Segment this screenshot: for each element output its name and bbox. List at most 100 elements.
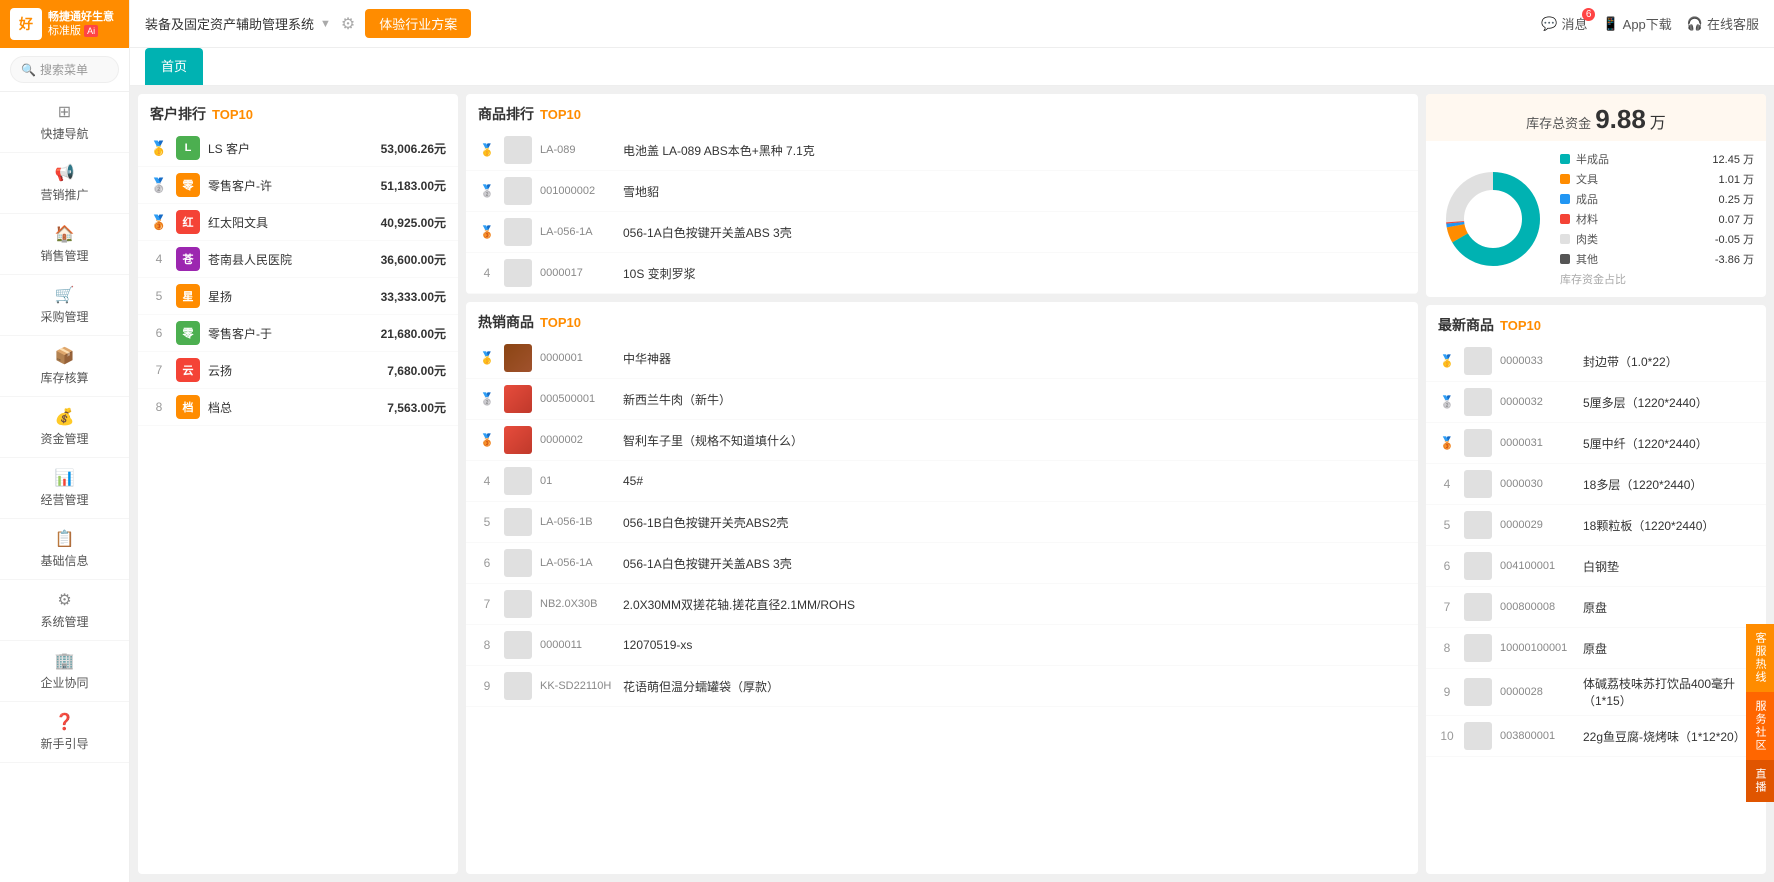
new-img-1 [1464, 347, 1492, 375]
hot-code-6: LA-056-1A [540, 557, 615, 569]
tab-home[interactable]: 首页 [145, 48, 203, 85]
float-btn-service[interactable]: 客服热线 [1746, 624, 1774, 692]
prod-sale-rank-3: 🥉 [478, 225, 496, 239]
customer-name-8: 档总 [208, 399, 379, 416]
customer-amount-5: 33,333.00元 [381, 288, 446, 305]
sidebar-item-finance[interactable]: 💰 资金管理 [0, 397, 129, 458]
new-prod-item-5: 5 0000029 18颗粒板（1220*2440） [1426, 505, 1766, 546]
sidebar-item-guide[interactable]: ❓ 新手引导 [0, 702, 129, 763]
system-icon: ⚙ [57, 590, 71, 610]
new-img-4 [1464, 470, 1492, 498]
medal-2-icon: 🥈 [150, 177, 168, 194]
hot-prod-item-6: 6 LA-056-1A 056-1A白色按键开关盖ABS 3壳 [466, 543, 1418, 584]
rank-item-4: 4 苍 苍南县人民医院 36,600.00元 [138, 241, 458, 278]
legend-dot-meat [1560, 234, 1570, 244]
sidebar-item-label: 基础信息 [40, 552, 88, 569]
new-prod-item-4: 4 0000030 18多层（1220*2440） [1426, 464, 1766, 505]
inventory-total-unit: 万 [1650, 109, 1666, 133]
trial-button[interactable]: 体验行业方案 [365, 9, 471, 38]
sidebar-item-label: 库存核算 [40, 369, 88, 386]
inventory-ratio-label: 库存资金占比 [1560, 271, 1754, 287]
dropdown-arrow-icon[interactable]: ▼ [320, 18, 331, 30]
new-name-3: 5厘中纤（1220*2440） [1583, 435, 1754, 452]
customer-avatar-7: 云 [176, 358, 200, 382]
sidebar-item-collab[interactable]: 🏢 企业协同 [0, 641, 129, 702]
new-rank-9: 9 [1438, 685, 1456, 699]
sidebar-item-label: 采购管理 [40, 308, 88, 325]
sidebar-item-label: 资金管理 [40, 430, 88, 447]
rank-num-7: 7 [150, 363, 168, 377]
sidebar-item-label: 企业协同 [40, 674, 88, 691]
hot-img-5 [504, 508, 532, 536]
app-download-button[interactable]: 📱 App下载 [1602, 14, 1671, 33]
marketing-icon: 📢 [55, 163, 75, 183]
new-prod-item-3: 🥉 0000031 5厘中纤（1220*2440） [1426, 423, 1766, 464]
page-tabs: 首页 [130, 48, 1774, 86]
float-btn-live[interactable]: 直播 [1746, 760, 1774, 802]
customer-amount-4: 36,600.00元 [381, 251, 446, 268]
sidebar: 好 畅捷通好生意 标准版 Ai 🔍 搜索菜单 ⊞ 快捷导航 📢 营销推广 🏠 销… [0, 0, 130, 882]
hot-code-5: LA-056-1B [540, 516, 615, 528]
float-btn-community[interactable]: 服务社区 [1746, 692, 1774, 760]
legend-stationery: 文具 1.01 万 [1560, 171, 1754, 187]
rank-num-6: 6 [150, 326, 168, 340]
hot-prod-item-5: 5 LA-056-1B 056-1B白色按键开关壳ABS2壳 [466, 502, 1418, 543]
sidebar-item-marketing[interactable]: 📢 营销推广 [0, 153, 129, 214]
sidebar-item-label: 快捷导航 [40, 125, 88, 142]
new-code-5: 0000029 [1500, 519, 1575, 531]
new-img-6 [1464, 552, 1492, 580]
customer-avatar-6: 零 [176, 321, 200, 345]
hot-img-3 [504, 426, 532, 454]
inventory-icon: 📦 [55, 346, 75, 366]
hot-name-7: 2.0X30MM双搓花轴.搓花直径2.1MM/ROHS [623, 596, 1406, 613]
prod-sale-code-1: LA-089 [540, 144, 615, 156]
hot-img-8 [504, 631, 532, 659]
new-img-8 [1464, 634, 1492, 662]
new-rank-3: 🥉 [1438, 436, 1456, 450]
message-badge: 6 [1582, 8, 1596, 21]
hot-products-card: 热销商品 TOP10 🥇 0000001 中华神器 🥈 000500001 新 [466, 302, 1418, 874]
rank-item-8: 8 档 档总 7,563.00元 [138, 389, 458, 426]
prod-sale-code-2: 001000002 [540, 185, 615, 197]
new-products-list: 🥇 0000033 封边带（1.0*22） 🥈 0000032 5厘多层（122… [1426, 341, 1766, 874]
hot-products-header: 热销商品 TOP10 [466, 302, 1418, 338]
messages-button[interactable]: 💬 消息 6 [1541, 14, 1587, 33]
customer-amount-2: 51,183.00元 [381, 177, 446, 194]
sidebar-item-basics[interactable]: 📋 基础信息 [0, 519, 129, 580]
sidebar-item-label: 系统管理 [40, 613, 88, 630]
sidebar-item-system[interactable]: ⚙ 系统管理 [0, 580, 129, 641]
hot-rank-4: 4 [478, 474, 496, 488]
new-rank-2: 🥈 [1438, 395, 1456, 409]
new-code-7: 000800008 [1500, 601, 1575, 613]
customer-avatar-2: 零 [176, 173, 200, 197]
rank-item-1: 🥇 L LS 客户 53,006.26元 [138, 130, 458, 167]
new-img-5 [1464, 511, 1492, 539]
inventory-total-label: 库存总资金 [1526, 113, 1591, 132]
search-menu-button[interactable]: 🔍 搜索菜单 [10, 56, 119, 83]
online-service-label: 在线客服 [1707, 14, 1759, 33]
legend-dot-stationery [1560, 174, 1570, 184]
medal-3-icon: 🥉 [150, 214, 168, 231]
customer-name-6: 零售客户-于 [208, 325, 373, 342]
message-icon: 💬 [1541, 16, 1557, 32]
prod-sale-code-4: 0000017 [540, 267, 615, 279]
sidebar-item-sales[interactable]: 🏠 销售管理 [0, 214, 129, 275]
system-name-section: 装备及固定资产辅助管理系统 ▼ [145, 14, 331, 33]
hot-code-8: 0000011 [540, 639, 615, 651]
sidebar-item-label: 销售管理 [40, 247, 88, 264]
product-sales-card: 商品排行 TOP10 🥇 LA-089 电池盖 LA-089 ABS本色+黑种 … [466, 94, 1418, 294]
sidebar-item-operations[interactable]: 📊 经营管理 [0, 458, 129, 519]
new-name-7: 原盘 [1583, 599, 1754, 616]
customer-name-2: 零售客户-许 [208, 177, 373, 194]
sidebar-item-purchase[interactable]: 🛒 采购管理 [0, 275, 129, 336]
new-prod-item-1: 🥇 0000033 封边带（1.0*22） [1426, 341, 1766, 382]
hot-code-1: 0000001 [540, 352, 615, 364]
product-sales-title: 商品排行 [478, 104, 534, 124]
settings-icon[interactable]: ⚙ [341, 14, 355, 34]
prod-sale-name-2: 雪地貂 [623, 183, 1406, 200]
sidebar-item-inventory[interactable]: 📦 库存核算 [0, 336, 129, 397]
hot-img-9 [504, 672, 532, 700]
online-service-button[interactable]: 🎧 在线客服 [1687, 14, 1759, 33]
sidebar-item-quick[interactable]: ⊞ 快捷导航 [0, 92, 129, 153]
prod-sale-img-1 [504, 136, 532, 164]
